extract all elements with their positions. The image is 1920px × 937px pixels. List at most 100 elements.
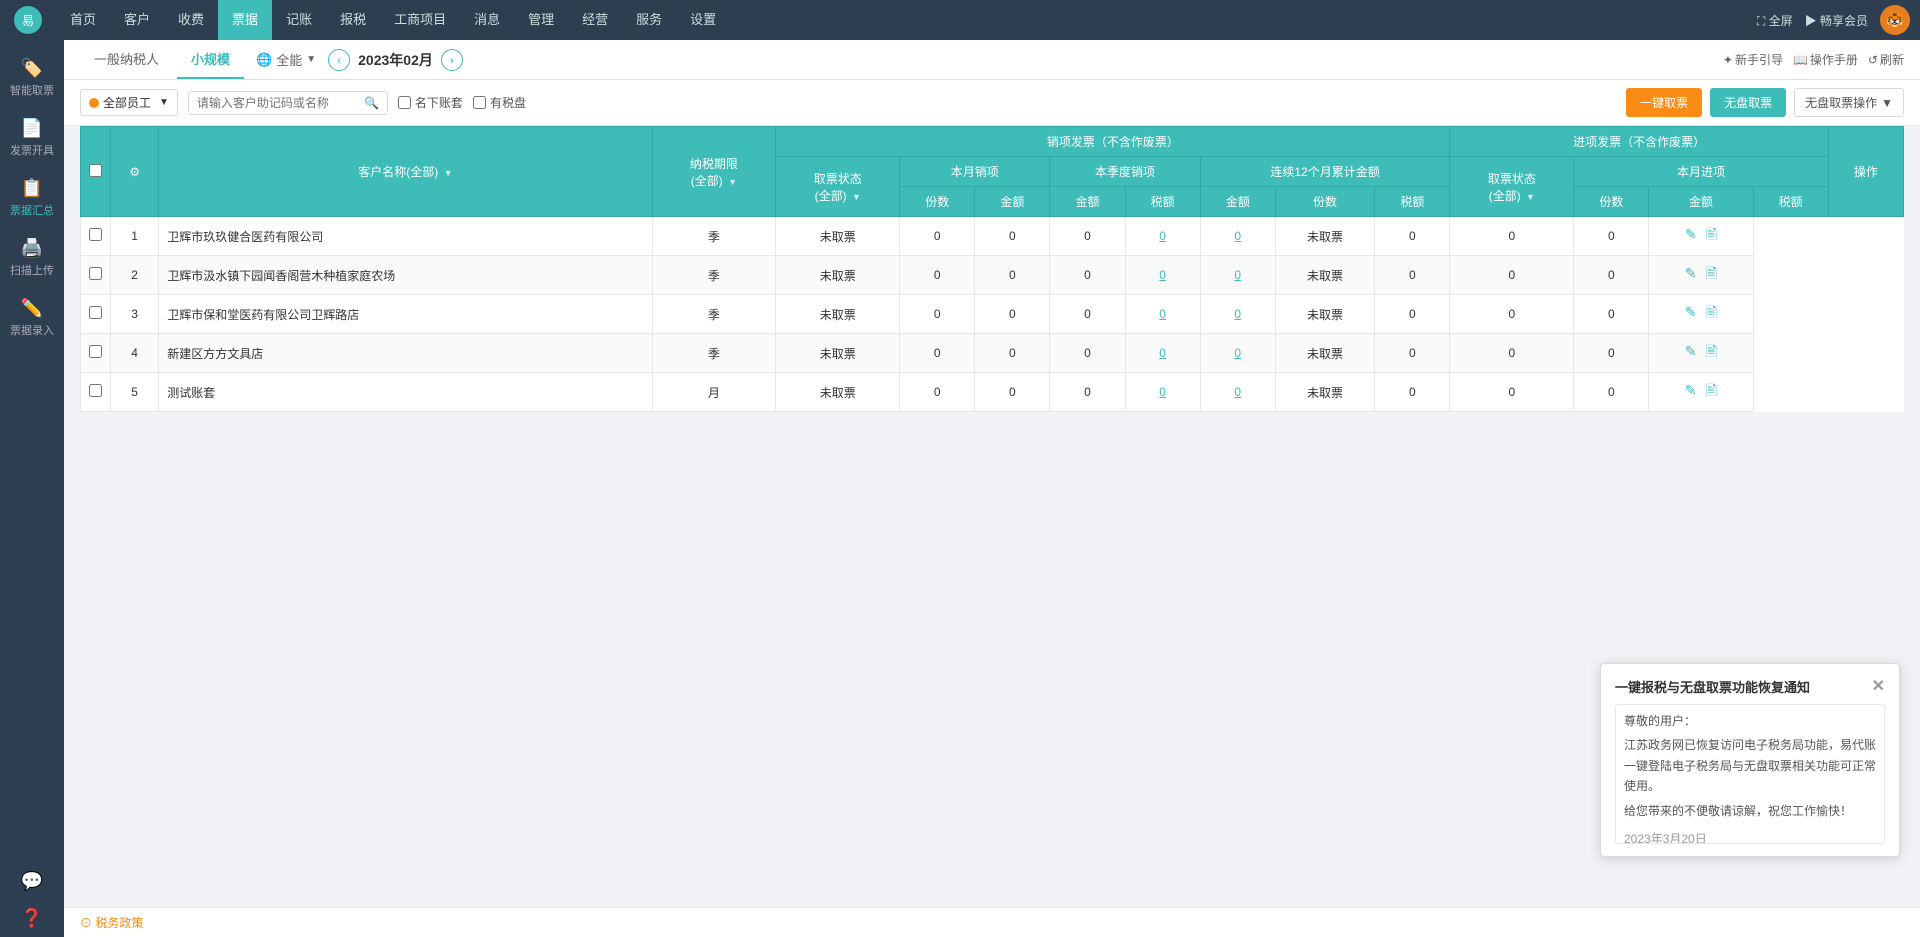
period-label: 2023年02月: [358, 50, 433, 70]
th-quarter-sale-tax: 税额: [1125, 187, 1200, 217]
manual-link[interactable]: 📖 操作手册: [1793, 51, 1858, 68]
bottom-bar[interactable]: ⊙ 税务政策: [64, 907, 1920, 937]
row-name: 测试账套: [159, 373, 652, 412]
employee-label: 全部员工: [103, 94, 151, 111]
view-icon[interactable]: 🖹: [1706, 226, 1717, 242]
nav-service[interactable]: 服务: [622, 0, 676, 40]
employee-select[interactable]: 全部员工 ▼: [80, 89, 178, 116]
nav-bookkeeping[interactable]: 记账: [272, 0, 326, 40]
row-period: 季: [652, 295, 776, 334]
row-checkbox[interactable]: [81, 373, 111, 412]
edit-icon[interactable]: ✎: [1685, 265, 1697, 281]
row-actions: ✎ 🖹: [1649, 373, 1753, 412]
view-icon[interactable]: 🖹: [1706, 343, 1717, 359]
view-icon[interactable]: 🖹: [1706, 265, 1717, 281]
account-checkbox-label[interactable]: 名下账套: [398, 94, 463, 111]
one-click-btn[interactable]: 一键取票: [1626, 88, 1702, 117]
nav-fee[interactable]: 收费: [164, 0, 218, 40]
row-cumulative: 0: [1200, 373, 1275, 412]
new-guide-link[interactable]: ✦ 新手引导: [1723, 51, 1783, 68]
search-icon[interactable]: 🔍: [364, 96, 379, 110]
fullscreen-btn[interactable]: ⛶ 全屏: [1757, 12, 1793, 29]
nav-customer[interactable]: 客户: [110, 0, 164, 40]
member-btn[interactable]: ▶ 畅享会员: [1805, 12, 1868, 29]
row-month-in-count: 0: [1375, 295, 1450, 334]
select-all-checkbox[interactable]: [89, 164, 102, 177]
row-check-2[interactable]: [89, 306, 102, 319]
row-sale-status: 未取票: [776, 334, 900, 373]
entry-icon: ✏️: [21, 298, 43, 319]
sub-tabs: 一般纳税人 小规模 🌐 全能 ▼ ‹ 2023年02月 › ✦ 新手引导 📖 操…: [64, 40, 1920, 80]
th-purchase-group: 进项发票（不含作废票）: [1450, 127, 1828, 157]
sidebar-label-issue: 发票开具: [10, 142, 54, 158]
th-checkbox: [81, 127, 111, 217]
th-sale-group: 销项发票（不含作废票）: [776, 127, 1450, 157]
sidebar-label-summary: 票据汇总: [10, 202, 54, 218]
notification-body: 尊敬的用户： 江苏政务网已恢复访问电子税务局功能，易代账一键登陆电子税务局与无盘…: [1624, 711, 1876, 844]
tax-policy-link[interactable]: ⊙ 税务政策: [80, 914, 143, 931]
sidebar-label-entry: 票据录入: [10, 322, 54, 338]
row-quarter-sale-tax: 0: [1125, 256, 1200, 295]
avatar[interactable]: 🐯: [1880, 5, 1910, 35]
nav-operation[interactable]: 经营: [568, 0, 622, 40]
row-month-sale-count: 0: [900, 295, 975, 334]
no-disk-ops-btn[interactable]: 无盘取票操作 ▼: [1794, 88, 1904, 117]
account-checkbox[interactable]: [398, 96, 411, 109]
row-actions: ✎ 🖹: [1649, 256, 1753, 295]
notification-scroll[interactable]: 尊敬的用户： 江苏政务网已恢复访问电子税务局功能，易代账一键登陆电子税务局与无盘…: [1615, 704, 1885, 844]
edit-icon[interactable]: ✎: [1685, 382, 1697, 398]
row-checkbox[interactable]: [81, 295, 111, 334]
next-period-btn[interactable]: ›: [441, 49, 463, 71]
edit-icon[interactable]: ✎: [1685, 226, 1697, 242]
th-action: 操作: [1828, 127, 1903, 217]
sidebar-item-summary[interactable]: 📋 票据汇总: [0, 170, 64, 226]
notification-close-btn[interactable]: ✕: [1872, 676, 1885, 696]
tax-disk-checkbox-label[interactable]: 有税盘: [473, 94, 526, 111]
sidebar-help[interactable]: ❓: [0, 900, 64, 937]
nav-settings[interactable]: 设置: [676, 0, 730, 40]
nav-manage[interactable]: 管理: [514, 0, 568, 40]
row-month-in-amount: 0: [1450, 373, 1574, 412]
th-cum-count: 份数: [1275, 187, 1374, 217]
th-cumulative: 连续12个月累计金额: [1200, 157, 1450, 187]
view-icon[interactable]: 🖹: [1706, 304, 1717, 320]
row-checkbox[interactable]: [81, 334, 111, 373]
row-name: 卫辉市保和堂医药有限公司卫辉路店: [159, 295, 652, 334]
row-check-1[interactable]: [89, 267, 102, 280]
help-icon: ❓: [21, 908, 43, 929]
tab-small-scale[interactable]: 小规模: [177, 41, 244, 79]
row-check-4[interactable]: [89, 384, 102, 397]
nav-invoice[interactable]: 票据: [218, 0, 272, 40]
prev-period-btn[interactable]: ‹: [328, 49, 350, 71]
tab-all-capable[interactable]: 🌐 全能 ▼: [248, 50, 324, 69]
scan-icon: 🖨️: [21, 238, 43, 259]
no-disk-btn[interactable]: 无盘取票: [1710, 88, 1786, 117]
top-nav: 易 首页 客户 收费 票据 记账 报税 工商项目 消息 管理 经营 服务 设置 …: [0, 0, 1920, 40]
row-actions: ✎ 🖹: [1649, 295, 1753, 334]
sidebar-chat[interactable]: 💬: [0, 863, 64, 900]
notification-text2: 给您带来的不便敬请谅解，祝您工作愉快！: [1624, 801, 1876, 821]
row-no: 1: [111, 217, 159, 256]
view-icon[interactable]: 🖹: [1706, 382, 1717, 398]
tax-disk-checkbox[interactable]: [473, 96, 486, 109]
edit-icon[interactable]: ✎: [1685, 343, 1697, 359]
edit-icon[interactable]: ✎: [1685, 304, 1697, 320]
nav-tax[interactable]: 报税: [326, 0, 380, 40]
summary-icon: 📋: [21, 178, 43, 199]
sidebar-item-entry[interactable]: ✏️ 票据录入: [0, 290, 64, 346]
row-checkbox[interactable]: [81, 256, 111, 295]
row-in-status: 未取票: [1275, 217, 1374, 256]
tab-general-taxpayer[interactable]: 一般纳税人: [80, 41, 173, 79]
sidebar-item-scan[interactable]: 🖨️ 扫描上传: [0, 230, 64, 286]
refresh-link[interactable]: ↺ 刷新: [1868, 51, 1904, 68]
sidebar-item-issue[interactable]: 📄 发票开具: [0, 110, 64, 166]
search-input[interactable]: [197, 96, 360, 110]
sidebar-item-smart-ticket[interactable]: 🏷️ 智能取票: [0, 50, 64, 106]
row-check-0[interactable]: [89, 228, 102, 241]
nav-home[interactable]: 首页: [56, 0, 110, 40]
sidebar: 🏷️ 智能取票 📄 发票开具 📋 票据汇总 🖨️ 扫描上传 ✏️ 票据录入 💬 …: [0, 40, 64, 937]
nav-business[interactable]: 工商项目: [380, 0, 460, 40]
row-checkbox[interactable]: [81, 217, 111, 256]
row-check-3[interactable]: [89, 345, 102, 358]
nav-message[interactable]: 消息: [460, 0, 514, 40]
